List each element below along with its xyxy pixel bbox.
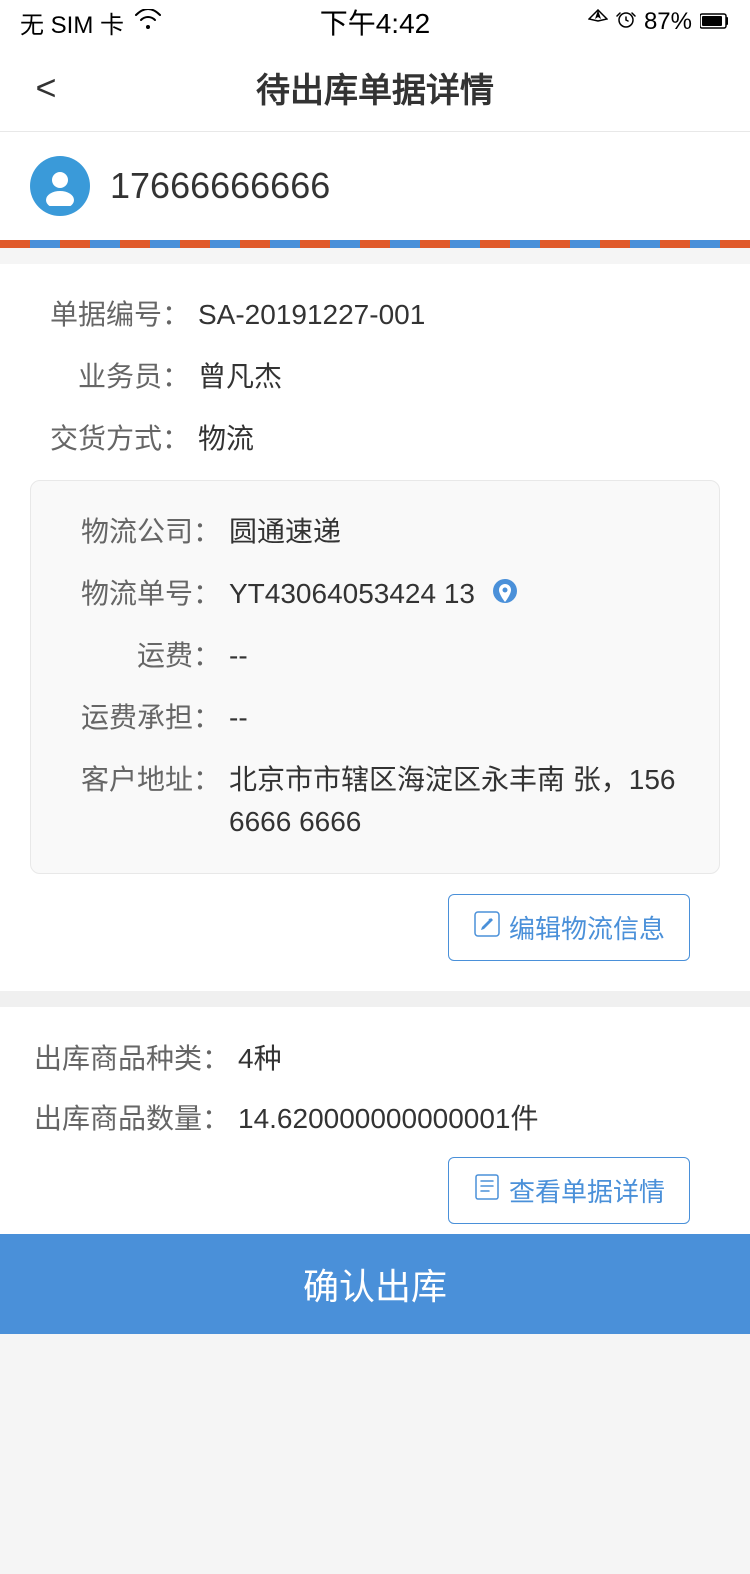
gps-icon <box>588 8 608 36</box>
battery-icon <box>700 8 730 36</box>
goods-quantity-row: 出库商品数量： 14.620000000000001件 <box>30 1097 720 1137</box>
sales-person-row: 业务员： 曾凡杰 <box>30 356 720 398</box>
logistics-company-label: 物流公司： <box>61 511 221 553</box>
tracking-number-row: 物流单号： YT43064053424 13 <box>61 573 689 615</box>
avatar <box>30 156 90 216</box>
separator <box>0 991 750 1007</box>
sales-person-label: 业务员： <box>30 356 190 398</box>
delivery-method-row: 交货方式： 物流 <box>30 418 720 460</box>
confirm-btn-container: 确认出库 <box>0 1234 750 1334</box>
goods-types-label: 出库商品种类： <box>30 1037 230 1077</box>
freight-label: 运费： <box>61 635 221 677</box>
customer-phone: 17666666666 <box>110 165 330 207</box>
doc-number-row: 单据编号： SA-20191227-001 <box>30 294 720 336</box>
dashed-divider <box>0 240 750 248</box>
goods-types-value: 4种 <box>230 1037 720 1077</box>
goods-card: 出库商品种类： 4种 出库商品数量： 14.620000000000001件 查… <box>0 1007 750 1254</box>
status-time: 下午4:42 <box>320 2 431 42</box>
back-icon: < <box>35 67 56 109</box>
doc-number-label: 单据编号： <box>30 294 190 336</box>
goods-quantity-value: 14.620000000000001件 <box>230 1097 720 1137</box>
view-details-btn-container: 查看单据详情 <box>30 1157 720 1224</box>
doc-icon <box>473 1173 501 1208</box>
back-button[interactable]: < <box>24 66 68 110</box>
freight-bearer-row: 运费承担： -- <box>61 697 689 739</box>
edit-logistics-button[interactable]: 编辑物流信息 <box>448 894 690 961</box>
freight-value: -- <box>221 635 689 677</box>
view-details-label: 查看单据详情 <box>509 1172 665 1209</box>
freight-bearer-label: 运费承担： <box>61 697 221 739</box>
freight-row: 运费： -- <box>61 635 689 677</box>
sales-person-value: 曾凡杰 <box>190 356 720 398</box>
goods-types-row: 出库商品种类： 4种 <box>30 1037 720 1077</box>
tracking-number-value-container: YT43064053424 13 <box>221 573 689 615</box>
customer-header: 17666666666 <box>0 132 750 240</box>
tracking-number-value: YT43064053424 13 <box>229 573 475 615</box>
wifi-icon <box>134 8 162 36</box>
goods-quantity-label: 出库商品数量： <box>30 1097 230 1137</box>
edit-logistics-label: 编辑物流信息 <box>509 909 665 946</box>
tracking-number-label: 物流单号： <box>61 573 221 615</box>
logistics-company-row: 物流公司： 圆通速递 <box>61 511 689 553</box>
person-icon <box>40 166 80 206</box>
content: 17666666666 单据编号： SA-20191227-001 业务员： 曾… <box>0 132 750 1574</box>
delivery-method-label: 交货方式： <box>30 418 190 460</box>
status-left: 无 SIM 卡 <box>20 5 162 40</box>
address-row: 客户地址： 北京市市辖区海淀区永丰南 张，156 6666 6666 <box>61 759 689 843</box>
location-icon[interactable] <box>487 576 523 612</box>
view-details-button[interactable]: 查看单据详情 <box>448 1157 690 1224</box>
status-right: 87% <box>588 8 730 36</box>
document-info-card: 单据编号： SA-20191227-001 业务员： 曾凡杰 交货方式： 物流 … <box>0 264 750 991</box>
edit-logistics-btn-container: 编辑物流信息 <box>30 894 720 961</box>
status-bar: 无 SIM 卡 下午4:42 87% <box>0 0 750 44</box>
carrier-label: 无 SIM 卡 <box>20 5 124 40</box>
alarm-icon <box>616 8 636 36</box>
battery-percentage: 87% <box>644 8 692 36</box>
delivery-method-value: 物流 <box>190 418 720 460</box>
address-label: 客户地址： <box>61 759 221 801</box>
page-title: 待出库单据详情 <box>256 63 494 112</box>
address-value: 北京市市辖区海淀区永丰南 张，156 6666 6666 <box>221 759 689 843</box>
nav-bar: < 待出库单据详情 <box>0 44 750 132</box>
doc-number-value: SA-20191227-001 <box>190 294 720 336</box>
logistics-company-value: 圆通速递 <box>221 511 689 553</box>
edit-icon <box>473 910 501 945</box>
logistics-card: 物流公司： 圆通速递 物流单号： YT43064053424 13 运费： -- <box>30 480 720 874</box>
confirm-button[interactable]: 确认出库 <box>303 1258 447 1310</box>
freight-bearer-value: -- <box>221 697 689 739</box>
